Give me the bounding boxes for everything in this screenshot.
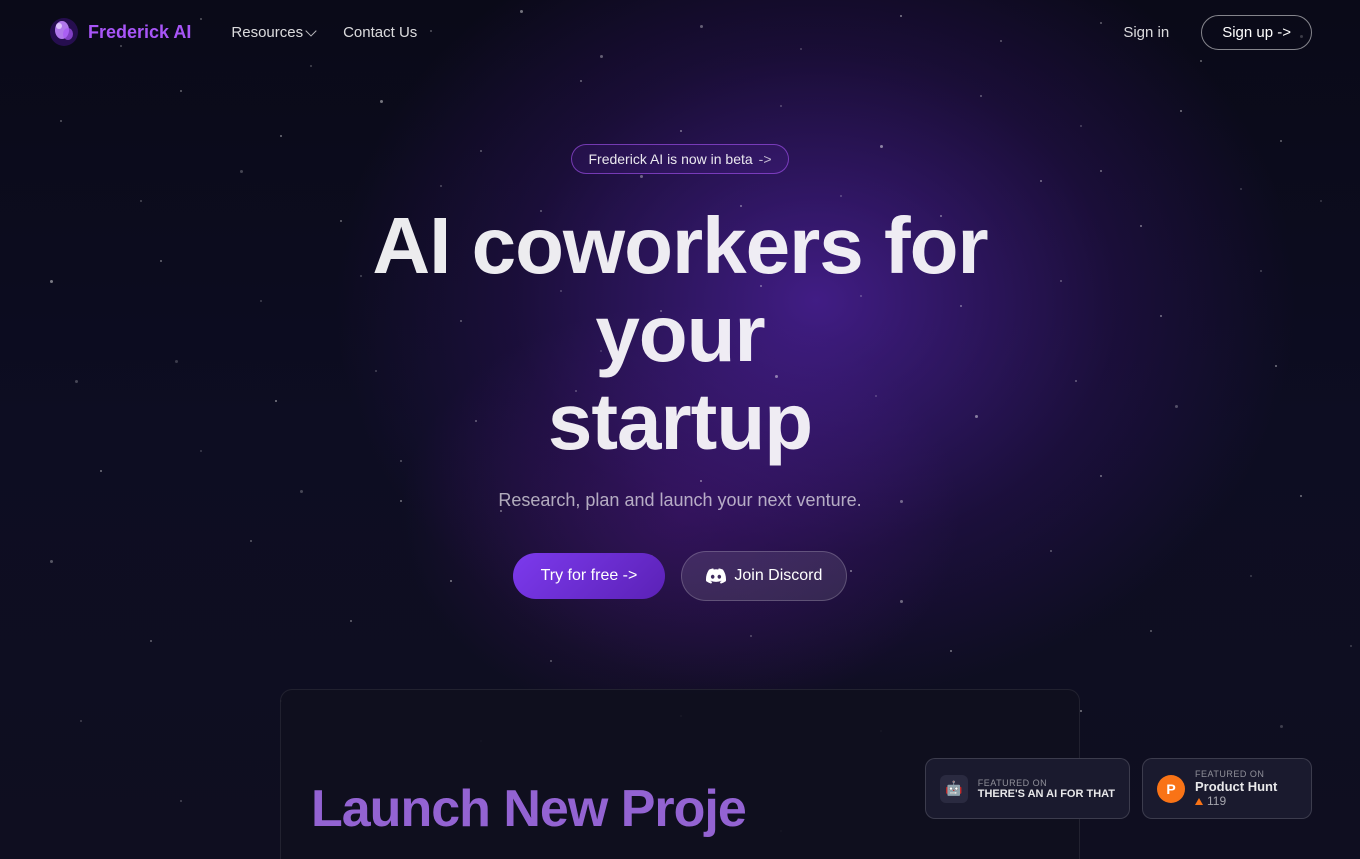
beta-arrow: -> <box>759 151 772 167</box>
nav-left: Frederick AI Resources Contact Us <box>48 16 417 48</box>
try-free-button[interactable]: Try for free -> <box>513 553 666 599</box>
upvote-icon <box>1195 798 1203 805</box>
launch-text: Launch New Proje <box>311 779 746 839</box>
hero-section: Frederick AI is now in beta -> AI cowork… <box>0 64 1360 601</box>
ai-badge-title: THERE'S AN AI FOR THAT <box>978 788 1115 800</box>
ph-title: Product Hunt <box>1195 779 1277 794</box>
navbar: Frederick AI Resources Contact Us Sign i… <box>0 0 1360 64</box>
hero-buttons: Try for free -> Join Discord <box>513 551 848 601</box>
discord-icon <box>706 566 726 586</box>
signup-button[interactable]: Sign up -> <box>1201 15 1312 50</box>
product-hunt-icon: P <box>1157 775 1185 803</box>
contact-link[interactable]: Contact Us <box>343 24 417 41</box>
nav-right: Sign in Sign up -> <box>1107 15 1312 50</box>
ai-badge-content: FEATURED ON THERE'S AN AI FOR THAT <box>978 778 1115 800</box>
nav-links: Resources Contact Us <box>231 24 417 41</box>
ai-badge-icon: 🤖 <box>940 775 968 803</box>
bottom-badges: 🤖 FEATURED ON THERE'S AN AI FOR THAT P F… <box>925 758 1312 819</box>
ph-featured-label: FEATURED ON <box>1195 769 1277 779</box>
hero-title: AI coworkers for your startup <box>280 202 1080 466</box>
logo-text: Frederick AI <box>88 22 191 43</box>
product-hunt-badge[interactable]: P FEATURED ON Product Hunt 119 <box>1142 758 1312 819</box>
logo[interactable]: Frederick AI <box>48 16 191 48</box>
signin-button[interactable]: Sign in <box>1107 16 1185 49</box>
ph-badge-content: FEATURED ON Product Hunt 119 <box>1195 769 1277 808</box>
resources-chevron-icon <box>305 25 316 36</box>
resources-link[interactable]: Resources <box>231 24 315 41</box>
ai-featured-label: FEATURED ON <box>978 778 1115 788</box>
discord-button[interactable]: Join Discord <box>681 551 847 601</box>
ai-for-that-badge[interactable]: 🤖 FEATURED ON THERE'S AN AI FOR THAT <box>925 758 1130 819</box>
hero-subtitle: Research, plan and launch your next vent… <box>498 490 861 511</box>
ph-count: 119 <box>1195 794 1277 808</box>
logo-icon <box>48 16 80 48</box>
beta-badge[interactable]: Frederick AI is now in beta -> <box>571 144 788 174</box>
